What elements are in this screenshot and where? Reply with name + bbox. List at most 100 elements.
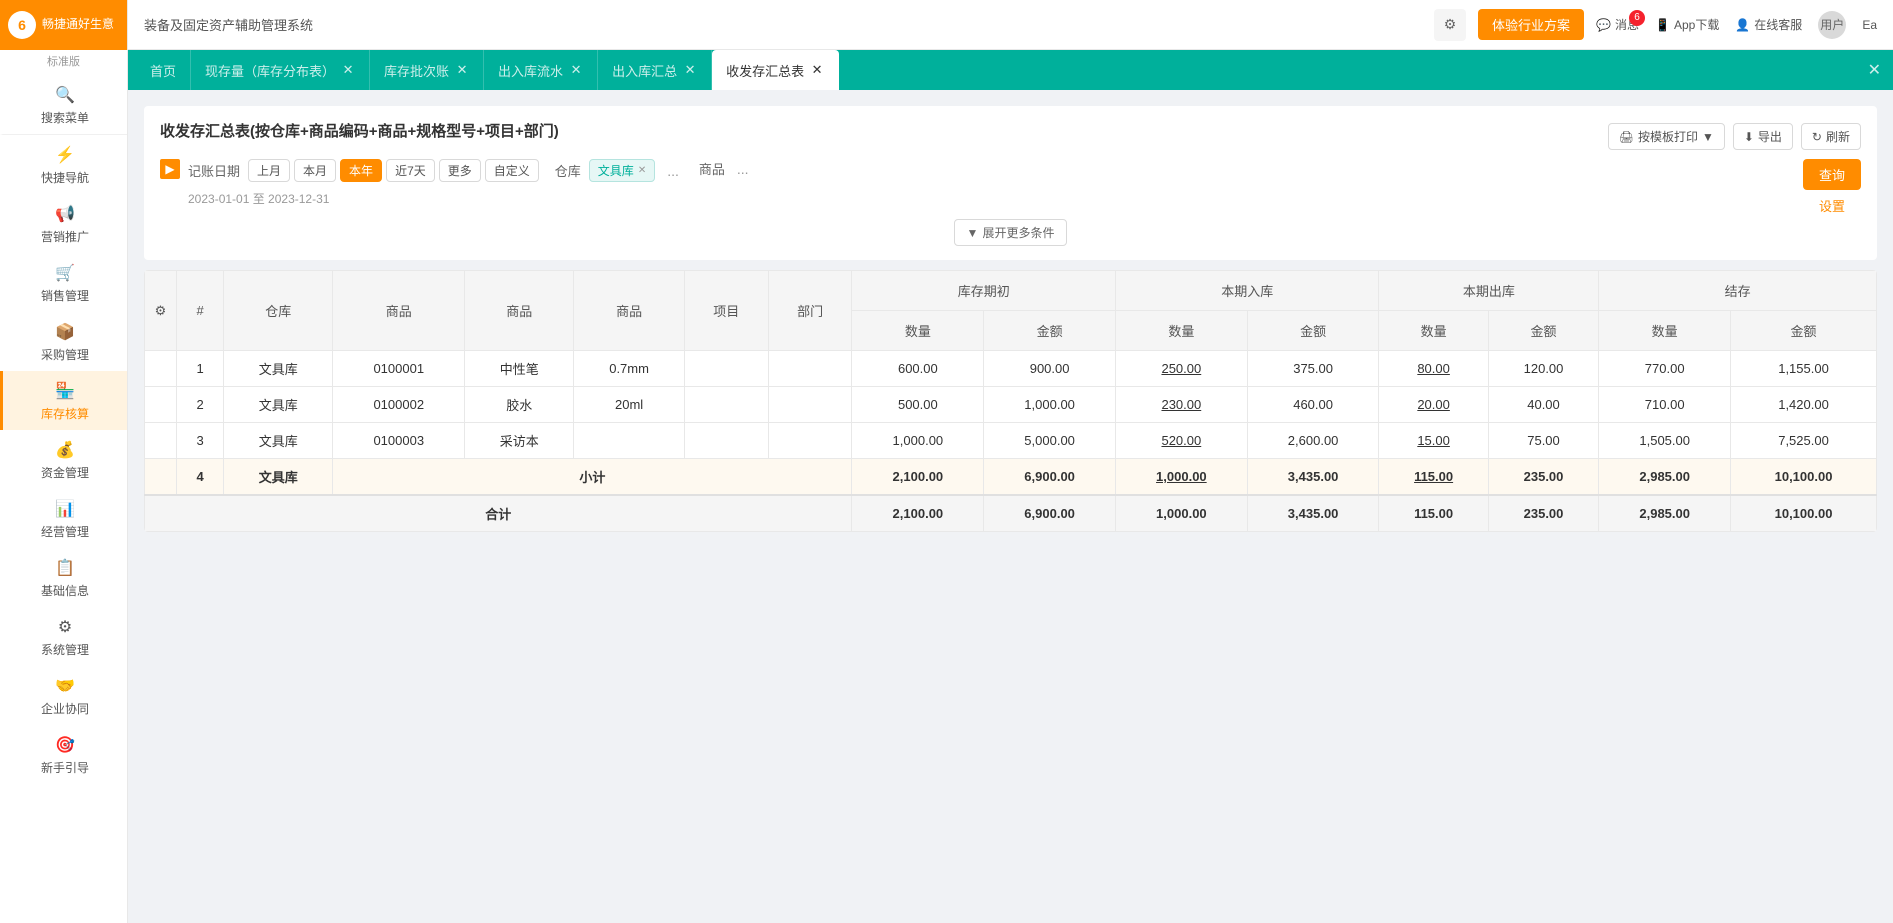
sidebar-item-sales[interactable]: 🛒 销售管理 bbox=[0, 253, 127, 312]
table-gear-header[interactable]: ⚙ bbox=[145, 271, 177, 351]
quick-nav-icon: ⚡ bbox=[55, 145, 75, 165]
date-btn-this-month[interactable]: 本月 bbox=[294, 159, 336, 182]
row-gear[interactable] bbox=[145, 351, 177, 387]
sidebar-item-quick-nav[interactable]: ⚡ 快捷导航 bbox=[0, 135, 127, 194]
sidebar-item-finance[interactable]: 💰 资金管理 bbox=[0, 430, 127, 489]
footer-in-amt: 3,435.00 bbox=[1247, 495, 1379, 532]
subtotal-gear[interactable] bbox=[145, 459, 177, 496]
tab-home[interactable]: 首页 bbox=[136, 50, 191, 90]
row-gear[interactable] bbox=[145, 387, 177, 423]
sidebar-item-inventory[interactable]: 🏪 库存核算 bbox=[0, 371, 127, 430]
table-subtotal-row: 4 文具库 小计 2,100.00 6,900.00 1,000.00 3,43… bbox=[145, 459, 1877, 496]
export-icon: ⬇ bbox=[1744, 130, 1754, 144]
row-closing-qty: 1,505.00 bbox=[1599, 423, 1731, 459]
expand-icon: ▼ bbox=[967, 226, 979, 240]
tab-inout-flow-close[interactable]: ✕ bbox=[569, 63, 583, 77]
inventory-icon: 🏪 bbox=[55, 381, 75, 401]
print-button[interactable]: 🖨 按模板打印 ▼ bbox=[1608, 123, 1725, 150]
footer-label: 合计 bbox=[145, 495, 852, 532]
sidebar-item-operations[interactable]: 📊 经营管理 bbox=[0, 489, 127, 548]
date-btn-more[interactable]: 更多 bbox=[439, 159, 481, 182]
row-closing-qty: 770.00 bbox=[1599, 351, 1731, 387]
date-btn-7days[interactable]: 近7天 bbox=[386, 159, 435, 182]
export-button[interactable]: ⬇ 导出 bbox=[1733, 123, 1793, 150]
row-goods-name: 采访本 bbox=[465, 423, 574, 459]
row-seq: 3 bbox=[177, 423, 224, 459]
subtotal-closing-amt: 10,100.00 bbox=[1731, 459, 1877, 496]
service-icon: 👤 bbox=[1735, 18, 1750, 32]
user-name-label: Ea bbox=[1862, 18, 1877, 32]
filter-collapse-button[interactable]: ▶ bbox=[160, 159, 180, 179]
tab-receive-summary[interactable]: 收发存汇总表 ✕ bbox=[712, 50, 839, 90]
sidebar-item-search[interactable]: 🔍 搜索菜单 bbox=[0, 75, 127, 135]
row-goods-code: 0100002 bbox=[333, 387, 465, 423]
tab-receive-summary-label: 收发存汇总表 bbox=[726, 61, 804, 80]
sidebar-logo: 6 畅捷通好生意 bbox=[0, 0, 127, 50]
refresh-button[interactable]: ↻ 刷新 bbox=[1801, 123, 1861, 150]
row-opening-amt: 900.00 bbox=[984, 351, 1116, 387]
user-avatar[interactable]: 用户 bbox=[1818, 11, 1846, 39]
row-out-qty[interactable]: 80.00 bbox=[1379, 351, 1488, 387]
date-btn-this-year[interactable]: 本年 bbox=[340, 159, 382, 182]
row-in-qty[interactable]: 250.00 bbox=[1115, 351, 1247, 387]
sidebar-basic-info-label: 基础信息 bbox=[41, 582, 89, 599]
message-button[interactable]: 💬 6 消息 bbox=[1596, 16, 1639, 33]
row-out-qty[interactable]: 15.00 bbox=[1379, 423, 1488, 459]
tab-inout-flow[interactable]: 出入库流水 ✕ bbox=[484, 50, 598, 90]
warehouse-more-button[interactable]: ... bbox=[663, 163, 683, 179]
tab-batch-ledger-close[interactable]: ✕ bbox=[455, 63, 469, 77]
page-header-actions: 🖨 按模板打印 ▼ ⬇ 导出 ↻ 刷新 bbox=[1608, 123, 1861, 150]
warehouse-filter-label: 仓库 bbox=[555, 161, 581, 180]
goods-more-button[interactable]: ... bbox=[733, 161, 753, 177]
tab-stock-dist[interactable]: 现存量（库存分布表） ✕ bbox=[191, 50, 370, 90]
page-header-top: 收发存汇总表(按仓库+商品编码+商品+规格型号+项目+部门) 🖨 按模板打印 ▼… bbox=[160, 120, 1861, 153]
finance-icon: 💰 bbox=[55, 440, 75, 460]
operations-icon: 📊 bbox=[55, 499, 75, 519]
user-label: 用户 bbox=[1820, 16, 1844, 33]
subtotal-closing-qty: 2,985.00 bbox=[1599, 459, 1731, 496]
tab-bar-close-button[interactable]: ✕ bbox=[1864, 56, 1885, 84]
sidebar-marketing-label: 营销推广 bbox=[41, 228, 89, 245]
th-goods-spec: 商品 bbox=[574, 271, 685, 351]
date-btn-last-month[interactable]: 上月 bbox=[248, 159, 290, 182]
query-button[interactable]: 查询 bbox=[1803, 159, 1861, 190]
expand-label: 展开更多条件 bbox=[982, 224, 1054, 241]
sidebar-item-basic-info[interactable]: 📋 基础信息 bbox=[0, 548, 127, 607]
row-out-qty[interactable]: 20.00 bbox=[1379, 387, 1488, 423]
th-out: 本期出库 bbox=[1379, 271, 1599, 311]
sidebar-item-marketing[interactable]: 📢 营销推广 bbox=[0, 194, 127, 253]
tab-inout-summary[interactable]: 出入库汇总 ✕ bbox=[598, 50, 712, 90]
online-service-label: 在线客服 bbox=[1754, 16, 1802, 33]
experience-button[interactable]: 体验行业方案 bbox=[1478, 9, 1584, 40]
row-in-amt: 460.00 bbox=[1247, 387, 1379, 423]
tab-receive-summary-close[interactable]: ✕ bbox=[810, 63, 824, 77]
subtotal-in-qty[interactable]: 1,000.00 bbox=[1115, 459, 1247, 496]
th-opening-amt: 金额 bbox=[984, 311, 1116, 351]
warehouse-tag-close[interactable]: ✕ bbox=[638, 165, 646, 176]
tab-batch-ledger[interactable]: 库存批次账 ✕ bbox=[370, 50, 484, 90]
row-gear[interactable] bbox=[145, 423, 177, 459]
row-out-amt: 75.00 bbox=[1488, 423, 1599, 459]
warehouse-tag[interactable]: 文具库 ✕ bbox=[589, 159, 655, 182]
tab-stock-dist-close[interactable]: ✕ bbox=[341, 63, 355, 77]
online-service-button[interactable]: 👤 在线客服 bbox=[1735, 16, 1802, 33]
expand-more-conditions-button[interactable]: ▼ 展开更多条件 bbox=[954, 219, 1068, 246]
app-download-button[interactable]: 📱 App下载 bbox=[1655, 16, 1719, 33]
tab-home-label: 首页 bbox=[150, 61, 176, 80]
row-in-qty[interactable]: 230.00 bbox=[1115, 387, 1247, 423]
sidebar-item-system[interactable]: ⚙ 系统管理 bbox=[0, 607, 127, 666]
sidebar-item-enterprise[interactable]: 🤝 企业协同 bbox=[0, 666, 127, 725]
th-opening-qty: 数量 bbox=[852, 311, 984, 351]
date-btn-custom[interactable]: 自定义 bbox=[485, 159, 539, 182]
sidebar-item-purchase[interactable]: 📦 采购管理 bbox=[0, 312, 127, 371]
date-range-display: 2023-01-01 至 2023-12-31 bbox=[188, 190, 539, 207]
sidebar-item-guide[interactable]: 🎯 新手引导 bbox=[0, 725, 127, 784]
settings-gear-button[interactable]: ⚙ bbox=[1434, 9, 1466, 41]
expand-row: ▼ 展开更多条件 bbox=[160, 215, 1861, 250]
subtotal-out-qty[interactable]: 115.00 bbox=[1379, 459, 1488, 496]
settings-link[interactable]: 设置 bbox=[1803, 196, 1861, 215]
tab-inout-summary-close[interactable]: ✕ bbox=[683, 63, 697, 77]
row-in-qty[interactable]: 520.00 bbox=[1115, 423, 1247, 459]
row-in-amt: 2,600.00 bbox=[1247, 423, 1379, 459]
row-dept bbox=[768, 351, 852, 387]
